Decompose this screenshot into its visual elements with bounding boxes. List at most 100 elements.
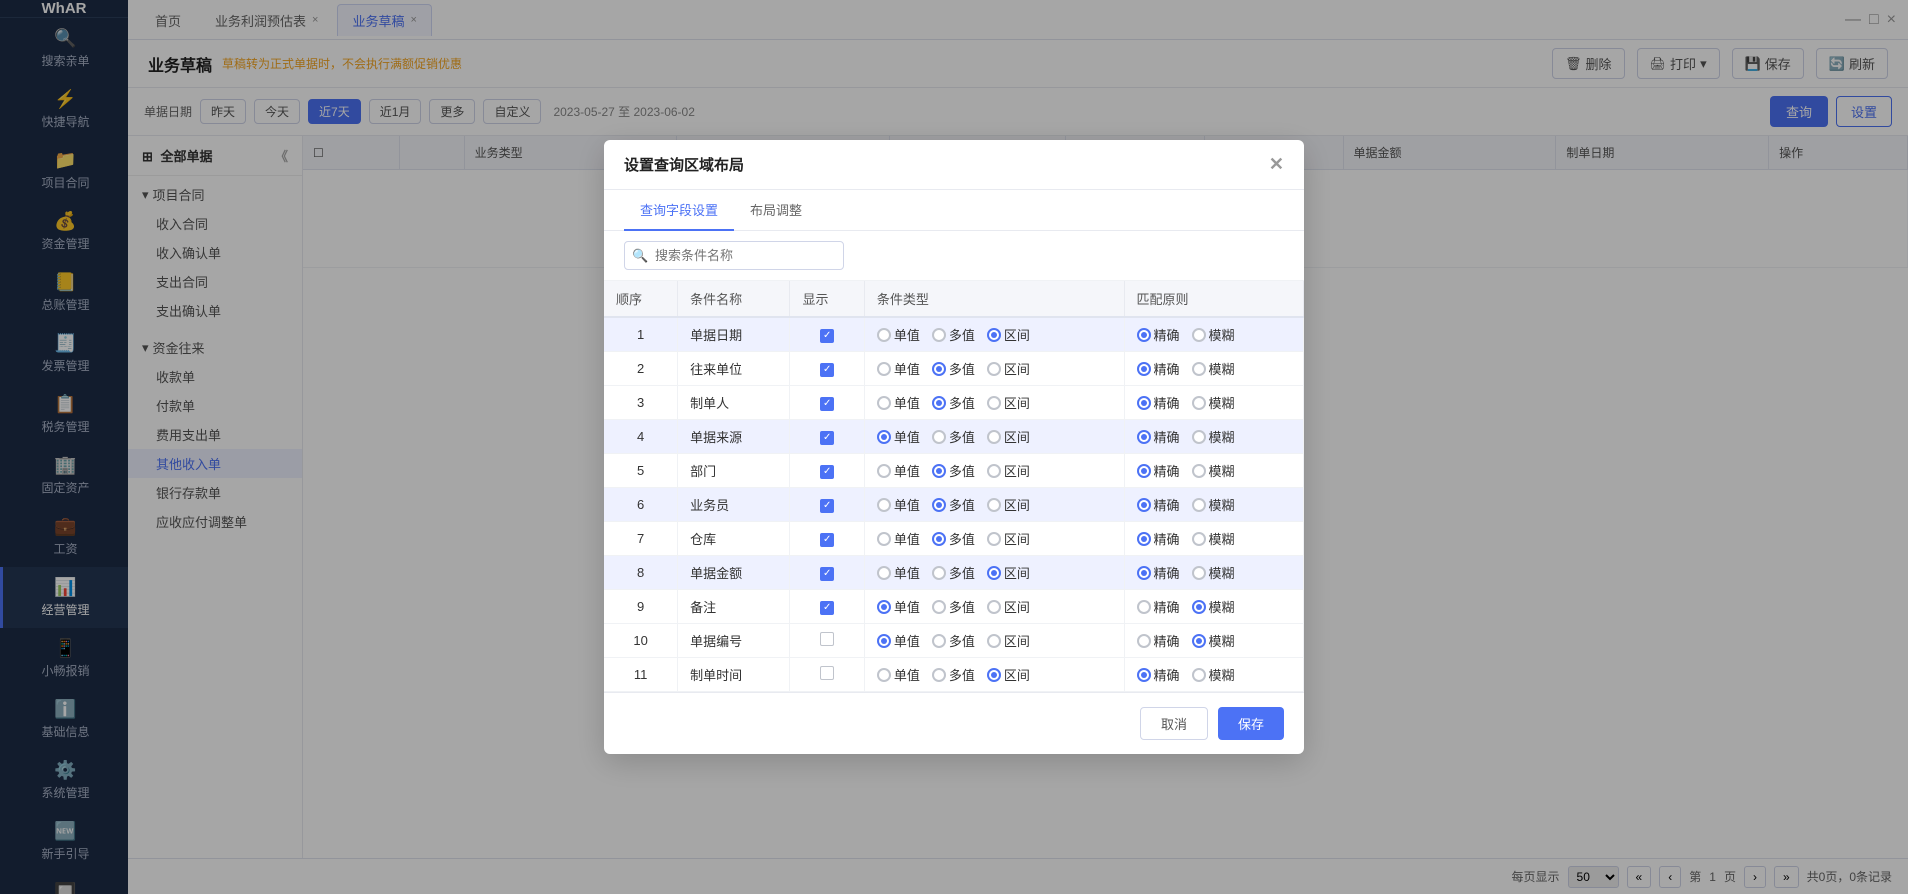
display-checkbox[interactable] bbox=[820, 634, 834, 649]
match-radio-精确[interactable]: 精确 bbox=[1137, 631, 1180, 650]
match-radio-模糊[interactable]: 模糊 bbox=[1192, 461, 1235, 480]
type-radio-多值[interactable]: 多值 bbox=[932, 631, 975, 650]
row-match: 精确模糊 bbox=[1124, 624, 1303, 658]
match-radio-精确[interactable]: 精确 bbox=[1137, 665, 1180, 684]
type-radio-多值[interactable]: 多值 bbox=[932, 393, 975, 412]
match-radio-精确[interactable]: 精确 bbox=[1137, 427, 1180, 446]
modal-search-input[interactable] bbox=[624, 241, 844, 270]
match-radio-模糊[interactable]: 模糊 bbox=[1192, 393, 1235, 412]
match-radio-模糊[interactable]: 模糊 bbox=[1192, 427, 1235, 446]
display-checkbox[interactable]: ✓ bbox=[820, 462, 834, 477]
type-radio-区间[interactable]: 区间 bbox=[987, 665, 1030, 684]
row-name: 制单人 bbox=[678, 386, 790, 420]
match-radio-精确[interactable]: 精确 bbox=[1137, 461, 1180, 480]
display-checkbox[interactable]: ✓ bbox=[820, 326, 834, 341]
match-radio-模糊[interactable]: 模糊 bbox=[1192, 325, 1235, 344]
modal-footer: 取消 保存 bbox=[604, 692, 1304, 754]
match-radio-模糊[interactable]: 模糊 bbox=[1192, 597, 1235, 616]
row-name: 部门 bbox=[678, 454, 790, 488]
type-radio-区间[interactable]: 区间 bbox=[987, 359, 1030, 378]
config-row: 1单据日期✓单值多值区间精确模糊 bbox=[604, 317, 1304, 352]
type-radio-多值[interactable]: 多值 bbox=[932, 359, 975, 378]
type-radio-单值[interactable]: 单值 bbox=[877, 563, 920, 582]
match-radio-精确[interactable]: 精确 bbox=[1137, 563, 1180, 582]
type-radio-多值[interactable]: 多值 bbox=[932, 597, 975, 616]
type-radio-单值[interactable]: 单值 bbox=[877, 631, 920, 650]
match-radio-模糊[interactable]: 模糊 bbox=[1192, 359, 1235, 378]
type-radio-区间[interactable]: 区间 bbox=[987, 597, 1030, 616]
display-checkbox[interactable] bbox=[820, 668, 834, 683]
modal-close-button[interactable]: ✕ bbox=[1269, 154, 1284, 175]
settings-modal: 设置查询区域布局 ✕ 查询字段设置 布局调整 🔍 顺序 条件名称 显示 bbox=[604, 140, 1304, 754]
type-radio-单值[interactable]: 单值 bbox=[877, 427, 920, 446]
type-radio-单值[interactable]: 单值 bbox=[877, 597, 920, 616]
match-radio-精确[interactable]: 精确 bbox=[1137, 597, 1180, 616]
display-checkbox[interactable]: ✓ bbox=[820, 394, 834, 409]
row-display[interactable]: ✓ bbox=[790, 352, 864, 386]
match-radio-模糊[interactable]: 模糊 bbox=[1192, 495, 1235, 514]
row-display[interactable]: ✓ bbox=[790, 386, 864, 420]
match-radio-模糊[interactable]: 模糊 bbox=[1192, 665, 1235, 684]
row-display[interactable]: ✓ bbox=[790, 556, 864, 590]
config-row: 8单据金额✓单值多值区间精确模糊 bbox=[604, 556, 1304, 590]
match-radio-精确[interactable]: 精确 bbox=[1137, 529, 1180, 548]
type-radio-区间[interactable]: 区间 bbox=[987, 631, 1030, 650]
type-radio-区间[interactable]: 区间 bbox=[987, 461, 1030, 480]
display-checkbox[interactable]: ✓ bbox=[820, 598, 834, 613]
cancel-button[interactable]: 取消 bbox=[1140, 707, 1208, 740]
type-radio-单值[interactable]: 单值 bbox=[877, 529, 920, 548]
type-radio-区间[interactable]: 区间 bbox=[987, 529, 1030, 548]
row-type: 单值多值区间 bbox=[864, 522, 1124, 556]
type-radio-多值[interactable]: 多值 bbox=[932, 563, 975, 582]
row-display[interactable] bbox=[790, 624, 864, 658]
col-order: 顺序 bbox=[604, 281, 678, 317]
type-radio-区间[interactable]: 区间 bbox=[987, 427, 1030, 446]
type-radio-单值[interactable]: 单值 bbox=[877, 495, 920, 514]
display-checkbox[interactable]: ✓ bbox=[820, 428, 834, 443]
row-order: 7 bbox=[604, 522, 678, 556]
row-display[interactable]: ✓ bbox=[790, 420, 864, 454]
row-display[interactable]: ✓ bbox=[790, 522, 864, 556]
display-checkbox[interactable]: ✓ bbox=[820, 496, 834, 511]
row-match: 精确模糊 bbox=[1124, 488, 1303, 522]
display-checkbox[interactable]: ✓ bbox=[820, 360, 834, 375]
type-radio-多值[interactable]: 多值 bbox=[932, 427, 975, 446]
type-radio-单值[interactable]: 单值 bbox=[877, 665, 920, 684]
modal-header: 设置查询区域布局 ✕ bbox=[604, 140, 1304, 190]
row-display[interactable]: ✓ bbox=[790, 454, 864, 488]
row-display[interactable]: ✓ bbox=[790, 590, 864, 624]
type-radio-区间[interactable]: 区间 bbox=[987, 495, 1030, 514]
display-checkbox[interactable]: ✓ bbox=[820, 564, 834, 579]
match-radio-精确[interactable]: 精确 bbox=[1137, 495, 1180, 514]
config-row: 3制单人✓单值多值区间精确模糊 bbox=[604, 386, 1304, 420]
type-radio-多值[interactable]: 多值 bbox=[932, 495, 975, 514]
match-radio-精确[interactable]: 精确 bbox=[1137, 325, 1180, 344]
type-radio-区间[interactable]: 区间 bbox=[987, 325, 1030, 344]
type-radio-区间[interactable]: 区间 bbox=[987, 393, 1030, 412]
match-radio-精确[interactable]: 精确 bbox=[1137, 359, 1180, 378]
row-order: 3 bbox=[604, 386, 678, 420]
type-radio-多值[interactable]: 多值 bbox=[932, 325, 975, 344]
type-radio-单值[interactable]: 单值 bbox=[877, 325, 920, 344]
row-display[interactable]: ✓ bbox=[790, 488, 864, 522]
row-display[interactable]: ✓ bbox=[790, 317, 864, 352]
match-radio-模糊[interactable]: 模糊 bbox=[1192, 631, 1235, 650]
row-order: 5 bbox=[604, 454, 678, 488]
row-type: 单值多值区间 bbox=[864, 386, 1124, 420]
modal-tab-field-settings[interactable]: 查询字段设置 bbox=[624, 190, 734, 231]
row-display[interactable] bbox=[790, 658, 864, 692]
type-radio-单值[interactable]: 单值 bbox=[877, 393, 920, 412]
type-radio-单值[interactable]: 单值 bbox=[877, 461, 920, 480]
type-radio-单值[interactable]: 单值 bbox=[877, 359, 920, 378]
type-radio-多值[interactable]: 多值 bbox=[932, 461, 975, 480]
match-radio-精确[interactable]: 精确 bbox=[1137, 393, 1180, 412]
match-radio-模糊[interactable]: 模糊 bbox=[1192, 563, 1235, 582]
modal-tab-layout-adjust[interactable]: 布局调整 bbox=[734, 190, 818, 231]
type-radio-多值[interactable]: 多值 bbox=[932, 529, 975, 548]
row-match: 精确模糊 bbox=[1124, 522, 1303, 556]
type-radio-多值[interactable]: 多值 bbox=[932, 665, 975, 684]
modal-save-button[interactable]: 保存 bbox=[1218, 707, 1284, 740]
type-radio-区间[interactable]: 区间 bbox=[987, 563, 1030, 582]
match-radio-模糊[interactable]: 模糊 bbox=[1192, 529, 1235, 548]
display-checkbox[interactable]: ✓ bbox=[820, 530, 834, 545]
